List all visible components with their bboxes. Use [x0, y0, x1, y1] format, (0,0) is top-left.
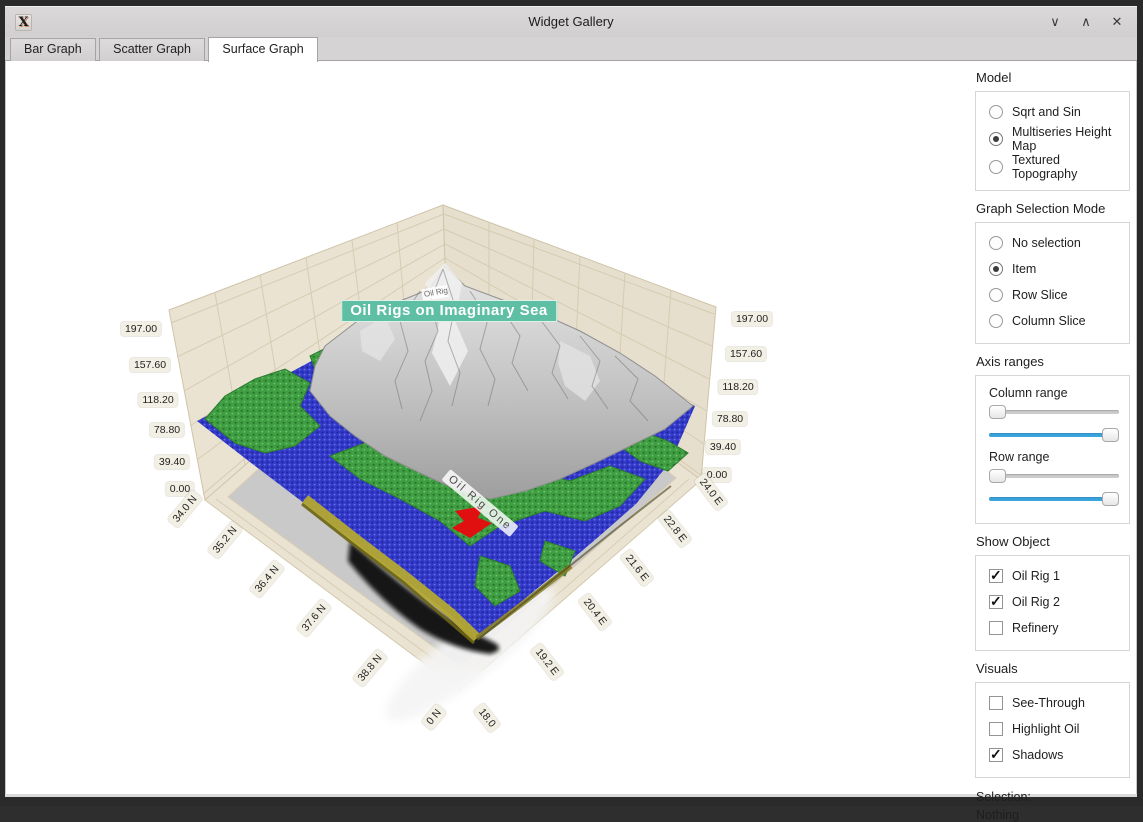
z-tick-left: 197.00: [121, 322, 161, 336]
checkbox-icon[interactable]: [989, 696, 1003, 710]
slider-groove[interactable]: [989, 474, 1119, 478]
column-range-max-slider[interactable]: [989, 427, 1119, 443]
z-tick-right: 78.80: [713, 412, 747, 426]
selection-mode-section-label: Graph Selection Mode: [976, 201, 1130, 216]
control-panel: Model Sqrt and Sin Multiseries Height Ma…: [970, 61, 1136, 794]
desktop-frame: X Widget Gallery ∨ ∧ ✕ Bar Graph Scatter…: [0, 0, 1143, 806]
selection-mode-group: No selection Item Row Slice Column Slice: [975, 222, 1130, 344]
chart-title: Oil Rigs on Imaginary Sea: [341, 300, 557, 322]
surface-graph-page: 197.00 157.60 118.20 78.80 39.40 0.00 19…: [5, 61, 1137, 794]
window-controls: ∨ ∧ ✕: [1047, 13, 1125, 31]
slider-groove[interactable]: [989, 497, 1119, 501]
checkbox-see-through[interactable]: See-Through: [989, 690, 1125, 716]
row-range-label: Row range: [989, 450, 1125, 464]
z-tick-right: 197.00: [732, 312, 772, 326]
z-tick-right: 39.40: [706, 440, 740, 454]
column-range-label: Column range: [989, 386, 1125, 400]
z-tick-left: 78.80: [150, 423, 184, 437]
z-tick-left: 157.60: [130, 358, 170, 372]
minimize-icon[interactable]: ∨: [1047, 13, 1063, 31]
checkbox-highlight-oil[interactable]: Highlight Oil: [989, 716, 1125, 742]
checkbox-refinery[interactable]: Refinery: [989, 615, 1125, 641]
radio-multiseries-height-map[interactable]: Multiseries Height Map: [989, 125, 1125, 153]
radio-icon[interactable]: [989, 105, 1003, 119]
maximize-icon[interactable]: ∧: [1078, 13, 1094, 31]
selection-label: Selection:: [976, 790, 1130, 804]
window-title: Widget Gallery: [5, 14, 1137, 29]
axis-ranges-group: Column range Row range: [975, 375, 1130, 524]
visuals-section-label: Visuals: [976, 661, 1130, 676]
slider-handle[interactable]: [989, 405, 1006, 419]
model-section-label: Model: [976, 70, 1130, 85]
column-range-min-slider[interactable]: [989, 404, 1119, 420]
checkbox-oil-rig-1[interactable]: Oil Rig 1: [989, 563, 1125, 589]
close-icon[interactable]: ✕: [1109, 13, 1125, 31]
title-bar[interactable]: X Widget Gallery ∨ ∧ ✕: [5, 7, 1137, 37]
radio-icon[interactable]: [989, 314, 1003, 328]
radio-sqrt-and-sin[interactable]: Sqrt and Sin: [989, 99, 1125, 125]
slider-handle[interactable]: [1102, 492, 1119, 506]
radio-textured-topography[interactable]: Textured Topography: [989, 153, 1125, 181]
radio-icon-selected[interactable]: [989, 132, 1003, 146]
visuals-group: See-Through Highlight Oil Shadows: [975, 682, 1130, 778]
app-window: X Widget Gallery ∨ ∧ ✕ Bar Graph Scatter…: [5, 6, 1137, 797]
z-tick-left: 118.20: [138, 393, 177, 407]
show-object-section-label: Show Object: [976, 534, 1130, 549]
slider-handle[interactable]: [989, 469, 1006, 483]
tab-scatter-graph[interactable]: Scatter Graph: [99, 38, 205, 61]
tab-surface-graph[interactable]: Surface Graph: [208, 37, 317, 62]
checkbox-oil-rig-2[interactable]: Oil Rig 2: [989, 589, 1125, 615]
z-tick-right: 118.20: [718, 380, 757, 394]
checkbox-icon[interactable]: [989, 722, 1003, 736]
row-range-min-slider[interactable]: [989, 468, 1119, 484]
z-tick-right: 157.60: [726, 347, 766, 361]
checkbox-icon-checked[interactable]: [989, 748, 1003, 762]
tab-bar: Bar Graph Scatter Graph Surface Graph: [5, 37, 1137, 61]
radio-column-slice[interactable]: Column Slice: [989, 308, 1125, 334]
tab-bar-graph[interactable]: Bar Graph: [10, 38, 96, 61]
radio-icon-selected[interactable]: [989, 262, 1003, 276]
radio-row-slice[interactable]: Row Slice: [989, 282, 1125, 308]
radio-no-selection[interactable]: No selection: [989, 230, 1125, 256]
slider-groove[interactable]: [989, 410, 1119, 414]
checkbox-icon-checked[interactable]: [989, 595, 1003, 609]
radio-icon[interactable]: [989, 160, 1003, 174]
slider-groove[interactable]: [989, 433, 1119, 437]
row-range-max-slider[interactable]: [989, 491, 1119, 507]
axis-ranges-section-label: Axis ranges: [976, 354, 1130, 369]
selection-value: Nothing: [976, 808, 1130, 822]
slider-handle[interactable]: [1102, 428, 1119, 442]
model-group: Sqrt and Sin Multiseries Height Map Text…: [975, 91, 1130, 191]
show-object-group: Oil Rig 1 Oil Rig 2 Refinery: [975, 555, 1130, 651]
checkbox-shadows[interactable]: Shadows: [989, 742, 1125, 768]
z-tick-left: 39.40: [155, 455, 189, 469]
surface-3d-view[interactable]: 197.00 157.60 118.20 78.80 39.40 0.00 19…: [6, 61, 971, 794]
radio-icon[interactable]: [989, 288, 1003, 302]
checkbox-icon-checked[interactable]: [989, 569, 1003, 583]
radio-icon[interactable]: [989, 236, 1003, 250]
checkbox-icon[interactable]: [989, 621, 1003, 635]
radio-item[interactable]: Item: [989, 256, 1125, 282]
